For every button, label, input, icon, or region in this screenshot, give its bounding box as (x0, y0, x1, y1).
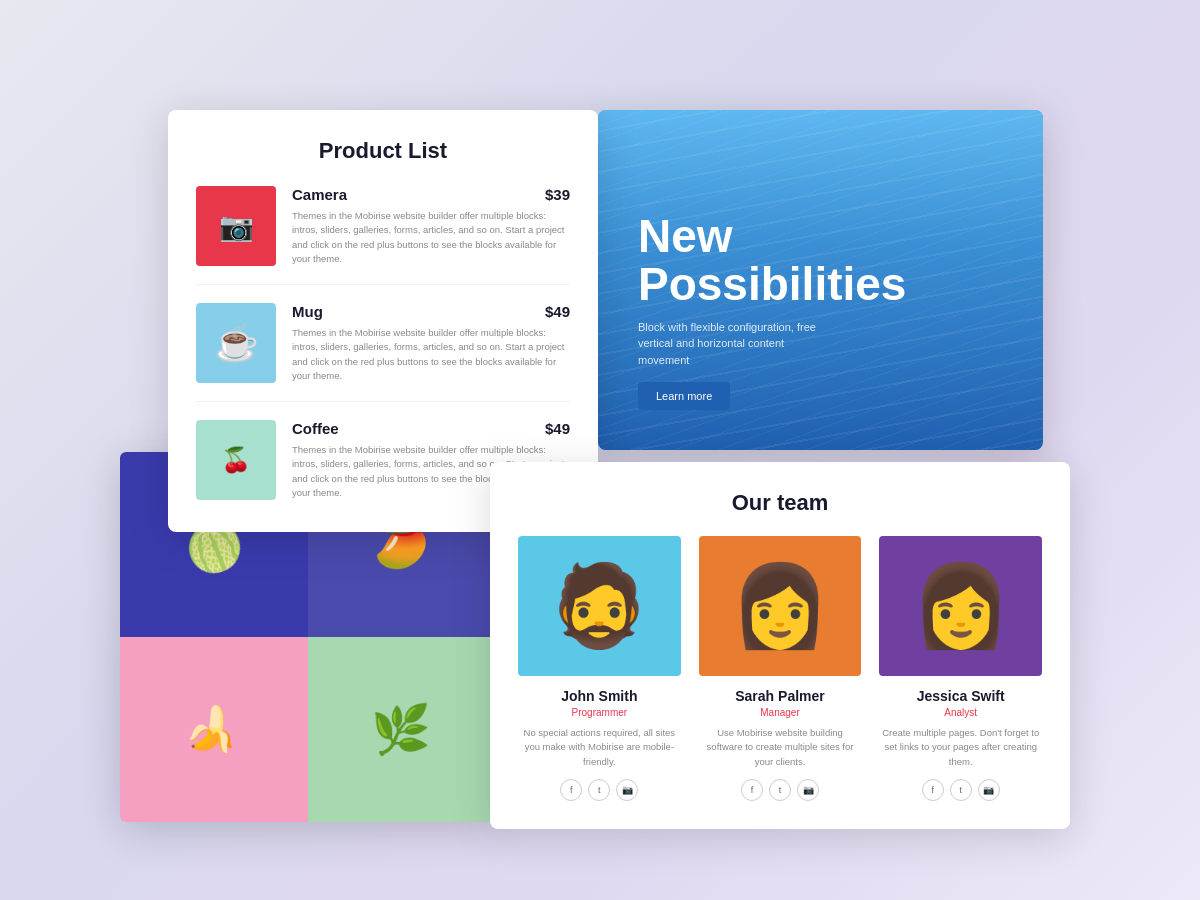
jessica-social-icons: f t 📷 (879, 779, 1042, 801)
hero-title: New Possibilities (638, 212, 906, 309)
jessica-twitter-icon[interactable]: t (950, 779, 972, 801)
sarah-avatar-icon: 👩 (730, 559, 830, 653)
mug-price: $49 (545, 303, 570, 320)
product-item-mug: ☕ Mug $49 Themes in the Mobirise website… (196, 303, 570, 402)
coffee-icon: 🍒 (221, 446, 251, 474)
scene: Product List 📷 Camera $39 Themes in the … (0, 0, 1200, 900)
jessica-photo: 👩 (879, 536, 1042, 676)
john-avatar-icon: 🧔 (549, 559, 649, 653)
jessica-role: Analyst (879, 707, 1042, 718)
product-image-mug: ☕ (196, 303, 276, 383)
product-list-title: Product List (196, 138, 570, 164)
banana-icon: 🍌 (180, 697, 247, 761)
hero-card: New Possibilities Block with flexible co… (598, 110, 1043, 450)
john-facebook-icon[interactable]: f (560, 779, 582, 801)
sarah-instagram-icon[interactable]: 📷 (797, 779, 819, 801)
hero-title-line2: Possibilities (638, 258, 906, 310)
sarah-name: Sarah Palmer (699, 688, 862, 704)
camera-price: $39 (545, 186, 570, 203)
team-title: Our team (518, 490, 1042, 516)
team-card: Our team 🧔 John Smith Programmer No spec… (490, 462, 1070, 829)
mug-desc: Themes in the Mobirise website builder o… (292, 326, 570, 383)
camera-desc: Themes in the Mobirise website builder o… (292, 209, 570, 266)
sarah-desc: Use Mobirise website building software t… (699, 726, 862, 769)
jessica-avatar-icon: 👩 (911, 559, 1011, 653)
jessica-instagram-icon[interactable]: 📷 (978, 779, 1000, 801)
product-item-camera: 📷 Camera $39 Themes in the Mobirise webs… (196, 186, 570, 285)
hero-title-line1: New (638, 210, 733, 262)
john-social-icons: f t 📷 (518, 779, 681, 801)
john-instagram-icon[interactable]: 📷 (616, 779, 638, 801)
team-member-john: 🧔 John Smith Programmer No special actio… (518, 536, 681, 801)
sarah-social-icons: f t 📷 (699, 779, 862, 801)
coffee-name: Coffee (292, 420, 339, 437)
camera-name: Camera (292, 186, 347, 203)
product-image-coffee: 🍒 (196, 420, 276, 500)
mug-name: Mug (292, 303, 323, 320)
john-desc: No special actions required, all sites y… (518, 726, 681, 769)
product-image-camera: 📷 (196, 186, 276, 266)
product-name-price-mug: Mug $49 (292, 303, 570, 320)
jessica-name: Jessica Swift (879, 688, 1042, 704)
sarah-role: Manager (699, 707, 862, 718)
john-name: John Smith (518, 688, 681, 704)
jessica-facebook-icon[interactable]: f (922, 779, 944, 801)
hero-learn-more-button[interactable]: Learn more (638, 382, 730, 410)
photo-cell-banana: 🍌 (120, 637, 308, 822)
sarah-photo: 👩 (699, 536, 862, 676)
camera-icon: 📷 (219, 210, 254, 243)
product-name-price-camera: Camera $39 (292, 186, 570, 203)
john-photo: 🧔 (518, 536, 681, 676)
photo-cell-plant: 🌿 (308, 637, 496, 822)
team-members: 🧔 John Smith Programmer No special actio… (518, 536, 1042, 801)
coffee-price: $49 (545, 420, 570, 437)
sarah-facebook-icon[interactable]: f (741, 779, 763, 801)
product-info-mug: Mug $49 Themes in the Mobirise website b… (292, 303, 570, 383)
jessica-desc: Create multiple pages. Don't forget to s… (879, 726, 1042, 769)
hero-content: New Possibilities Block with flexible co… (638, 212, 906, 410)
plant-icon: 🌿 (371, 702, 431, 758)
john-twitter-icon[interactable]: t (588, 779, 610, 801)
team-member-sarah: 👩 Sarah Palmer Manager Use Mobirise webs… (699, 536, 862, 801)
product-name-price-coffee: Coffee $49 (292, 420, 570, 437)
mug-icon: ☕ (214, 322, 259, 364)
team-member-jessica: 👩 Jessica Swift Analyst Create multiple … (879, 536, 1042, 801)
john-role: Programmer (518, 707, 681, 718)
sarah-twitter-icon[interactable]: t (769, 779, 791, 801)
hero-subtitle: Block with flexible configuration, free … (638, 319, 838, 369)
product-info-camera: Camera $39 Themes in the Mobirise websit… (292, 186, 570, 266)
